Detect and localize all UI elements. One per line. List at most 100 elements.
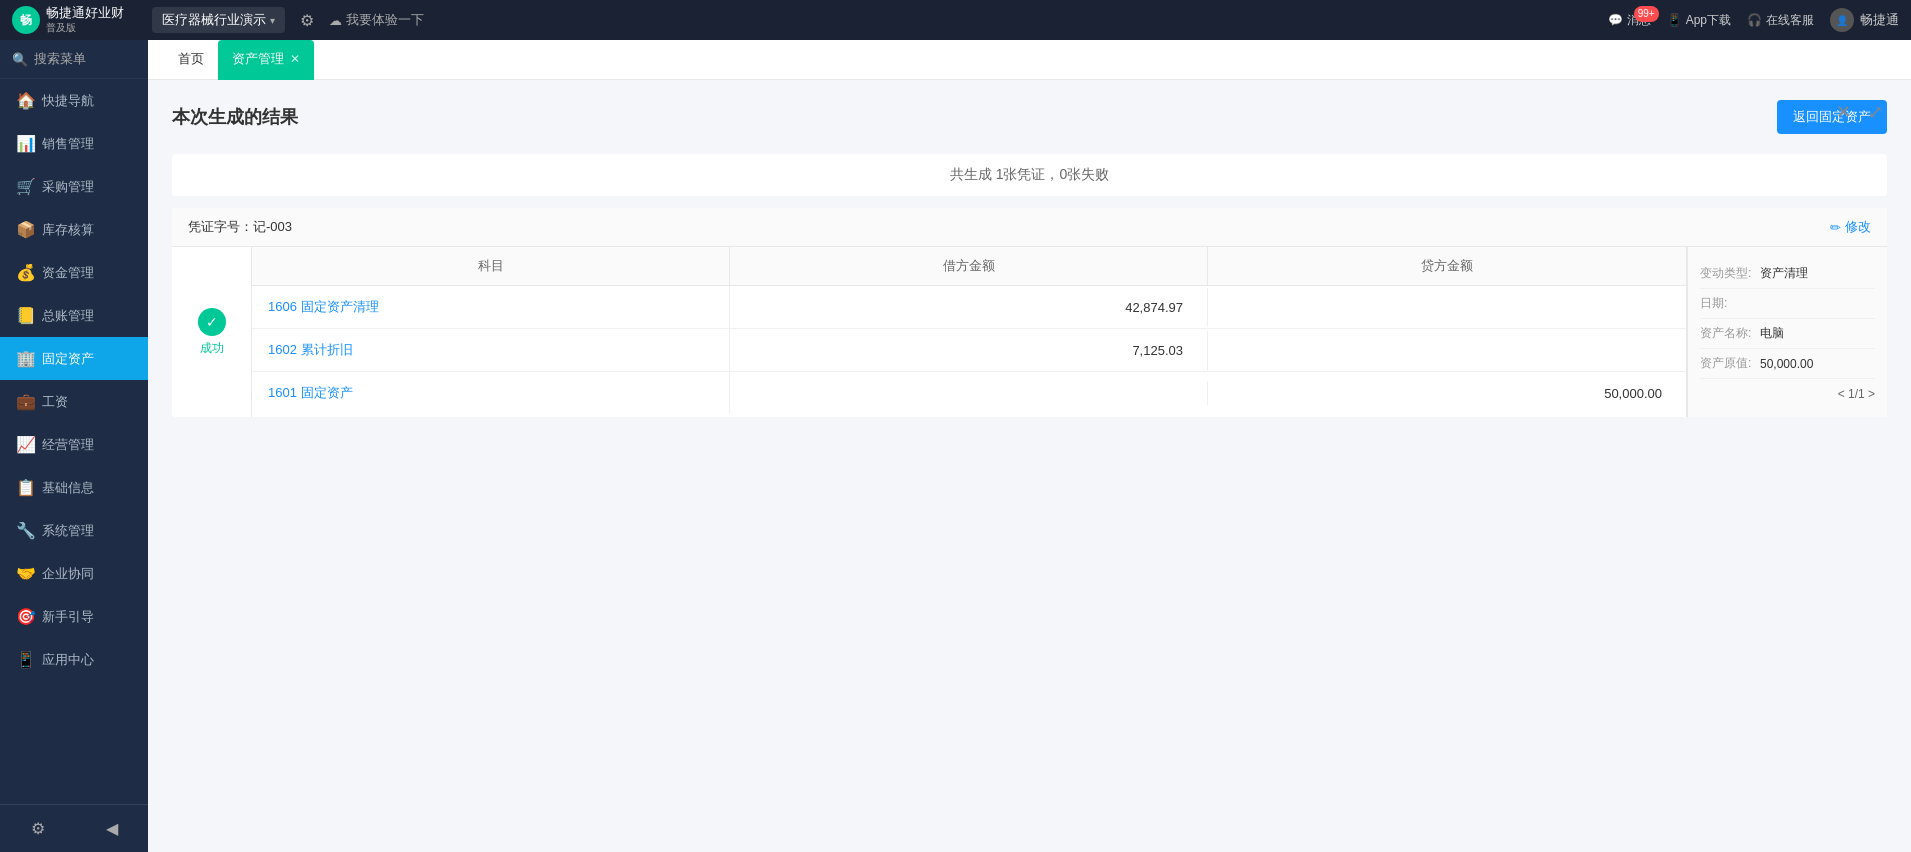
subject-1606[interactable]: 1606 固定资产清理 xyxy=(252,286,730,328)
content-area: 首页 资产管理 ✕ ✕ ⤢ 本次生成的结果 返回固定资产 共生成 1张凭证，0张… xyxy=(148,40,1911,852)
sidebar-search[interactable]: 🔍 搜索菜单 xyxy=(0,40,148,79)
app-download-action[interactable]: 📱 App下载 xyxy=(1667,12,1731,29)
summary-text: 共生成 1张凭证，0张失败 xyxy=(172,154,1887,196)
messages-action[interactable]: 💬 消息 99+ xyxy=(1608,12,1651,29)
support-label: 在线客服 xyxy=(1766,12,1814,29)
guide-icon: 🎯 xyxy=(16,607,34,626)
sidebar-item-label: 企业协同 xyxy=(42,565,94,583)
sidebar-item-inventory[interactable]: 📦 库存核算 xyxy=(0,208,148,251)
sidebar-item-label: 总账管理 xyxy=(42,307,94,325)
sidebar-item-sales[interactable]: 📊 销售管理 xyxy=(0,122,148,165)
sidebar-item-label: 库存核算 xyxy=(42,221,94,239)
pagination[interactable]: < 1/1 > xyxy=(1700,379,1875,405)
sidebar-item-purchase[interactable]: 🛒 采购管理 xyxy=(0,165,148,208)
credit-1606 xyxy=(1208,295,1686,319)
tab-bar: 首页 资产管理 ✕ xyxy=(148,40,1911,80)
change-type-value: 资产清理 xyxy=(1760,265,1808,282)
sidebar-item-basic-info[interactable]: 📋 基础信息 xyxy=(0,466,148,509)
sidebar-item-funds[interactable]: 💰 资金管理 xyxy=(0,251,148,294)
sidebar-item-ledger[interactable]: 📒 总账管理 xyxy=(0,294,148,337)
tab-asset-label: 资产管理 xyxy=(232,50,284,68)
side-info-panel: 变动类型: 资产清理 日期: 资产名称: 电脑 资产原值: xyxy=(1687,247,1887,417)
credit-1601: 50,000.00 xyxy=(1208,374,1686,413)
success-text: 成功 xyxy=(200,340,224,357)
tab-close-icon[interactable]: ✕ xyxy=(290,52,300,66)
settings-icon[interactable]: ⚙ xyxy=(293,6,321,34)
tab-home[interactable]: 首页 xyxy=(164,40,218,80)
sidebar-item-label: 资金管理 xyxy=(42,264,94,282)
sidebar-item-label: 系统管理 xyxy=(42,522,94,540)
table-row: 1606 固定资产清理 42,874.97 xyxy=(252,286,1686,329)
app-download-icon: 📱 xyxy=(1667,13,1682,27)
top-header: 畅 畅捷通好业财 普及版 医疗器械行业演示 ▾ ⚙ ☁ 我要体验一下 💬 消息 … xyxy=(0,0,1911,40)
sidebar-item-label: 工资 xyxy=(42,393,68,411)
sidebar-item-fixed-assets[interactable]: 🏢 固定资产 xyxy=(0,337,148,380)
sidebar-item-operations[interactable]: 📈 经营管理 xyxy=(0,423,148,466)
chevron-down-icon: ▾ xyxy=(270,15,275,26)
trial-button[interactable]: ☁ 我要体验一下 xyxy=(329,11,424,29)
success-checkmark-icon: ✓ xyxy=(198,308,226,336)
sidebar-settings-button[interactable]: ⚙ xyxy=(25,813,51,844)
tab-home-label: 首页 xyxy=(178,50,204,68)
appstore-icon: 📱 xyxy=(16,650,34,669)
logo-area: 畅 畅捷通好业财 普及版 xyxy=(12,5,124,35)
ledger-icon: 📒 xyxy=(16,306,34,325)
sidebar-item-appstore[interactable]: 📱 应用中心 xyxy=(0,638,148,681)
page-title: 本次生成的结果 xyxy=(172,105,298,129)
subject-1602[interactable]: 1602 累计折旧 xyxy=(252,329,730,371)
user-area[interactable]: 👤 畅捷通 xyxy=(1830,8,1899,32)
sidebar-item-label: 固定资产 xyxy=(42,350,94,368)
purchase-icon: 🛒 xyxy=(16,177,34,196)
system-icon: 🔧 xyxy=(16,521,34,540)
page-header: 本次生成的结果 返回固定资产 xyxy=(172,100,1887,134)
tab-asset-management[interactable]: 资产管理 ✕ xyxy=(218,40,314,80)
messages-badge: 99+ xyxy=(1634,6,1659,22)
sidebar-item-enterprise[interactable]: 🤝 企业协同 xyxy=(0,552,148,595)
success-column: ✓ 成功 xyxy=(172,247,252,417)
side-info-asset-name: 资产名称: 电脑 xyxy=(1700,319,1875,349)
sidebar-item-quicknav[interactable]: 🏠 快捷导航 xyxy=(0,79,148,122)
online-support-action[interactable]: 🎧 在线客服 xyxy=(1747,12,1814,29)
trial-cloud-icon: ☁ xyxy=(329,13,342,28)
avatar: 👤 xyxy=(1830,8,1854,32)
sidebar: 🔍 搜索菜单 🏠 快捷导航 📊 销售管理 🛒 采购管理 📦 库存核算 💰 资金管… xyxy=(0,40,148,852)
table-row: 1602 累计折旧 7,125.03 xyxy=(252,329,1686,372)
search-label: 搜索菜单 xyxy=(34,50,86,68)
table-row: 1601 固定资产 50,000.00 xyxy=(252,372,1686,414)
operations-icon: 📈 xyxy=(16,435,34,454)
sidebar-item-label: 基础信息 xyxy=(42,479,94,497)
sidebar-collapse-button[interactable]: ◀ xyxy=(100,813,124,844)
app-version: 普及版 xyxy=(46,21,124,35)
voucher-body: ✓ 成功 科目 借方金额 贷方金额 1606 固定资产清理 42,874.97 xyxy=(172,247,1887,417)
edit-label: 修改 xyxy=(1845,218,1871,236)
inventory-icon: 📦 xyxy=(16,220,34,239)
sidebar-item-label: 新手引导 xyxy=(42,608,94,626)
edit-button[interactable]: ✏ 修改 xyxy=(1830,218,1871,236)
subject-1601[interactable]: 1601 固定资产 xyxy=(252,372,730,414)
sidebar-item-guide[interactable]: 🎯 新手引导 xyxy=(0,595,148,638)
side-info-date: 日期: xyxy=(1700,289,1875,319)
table-header: 科目 借方金额 贷方金额 xyxy=(252,247,1686,286)
sidebar-item-system[interactable]: 🔧 系统管理 xyxy=(0,509,148,552)
side-info-change-type: 变动类型: 资产清理 xyxy=(1700,259,1875,289)
app-download-label: App下载 xyxy=(1686,12,1731,29)
logo-text-block: 畅捷通好业财 普及版 xyxy=(46,5,124,35)
asset-name-label: 资产名称: xyxy=(1700,325,1760,342)
date-label: 日期: xyxy=(1700,295,1760,312)
asset-name-value: 电脑 xyxy=(1760,325,1784,342)
sidebar-item-label: 应用中心 xyxy=(42,651,94,669)
user-icon: 👤 xyxy=(1836,15,1848,26)
enterprise-icon: 🤝 xyxy=(16,564,34,583)
sidebar-item-salary[interactable]: 💼 工资 xyxy=(0,380,148,423)
close-panel-button[interactable]: ✕ xyxy=(1831,100,1855,124)
col-header-subject: 科目 xyxy=(252,247,730,285)
credit-1602 xyxy=(1208,338,1686,362)
company-selector[interactable]: 医疗器械行业演示 ▾ xyxy=(152,7,285,33)
sidebar-item-label: 经营管理 xyxy=(42,436,94,454)
sidebar-item-label: 销售管理 xyxy=(42,135,94,153)
funds-icon: 💰 xyxy=(16,263,34,282)
expand-panel-button[interactable]: ⤢ xyxy=(1863,100,1887,124)
voucher-number: 凭证字号：记-003 xyxy=(188,218,292,236)
voucher-section: 凭证字号：记-003 ✏ 修改 ✓ 成功 科目 xyxy=(172,208,1887,417)
username: 畅捷通 xyxy=(1860,11,1899,29)
